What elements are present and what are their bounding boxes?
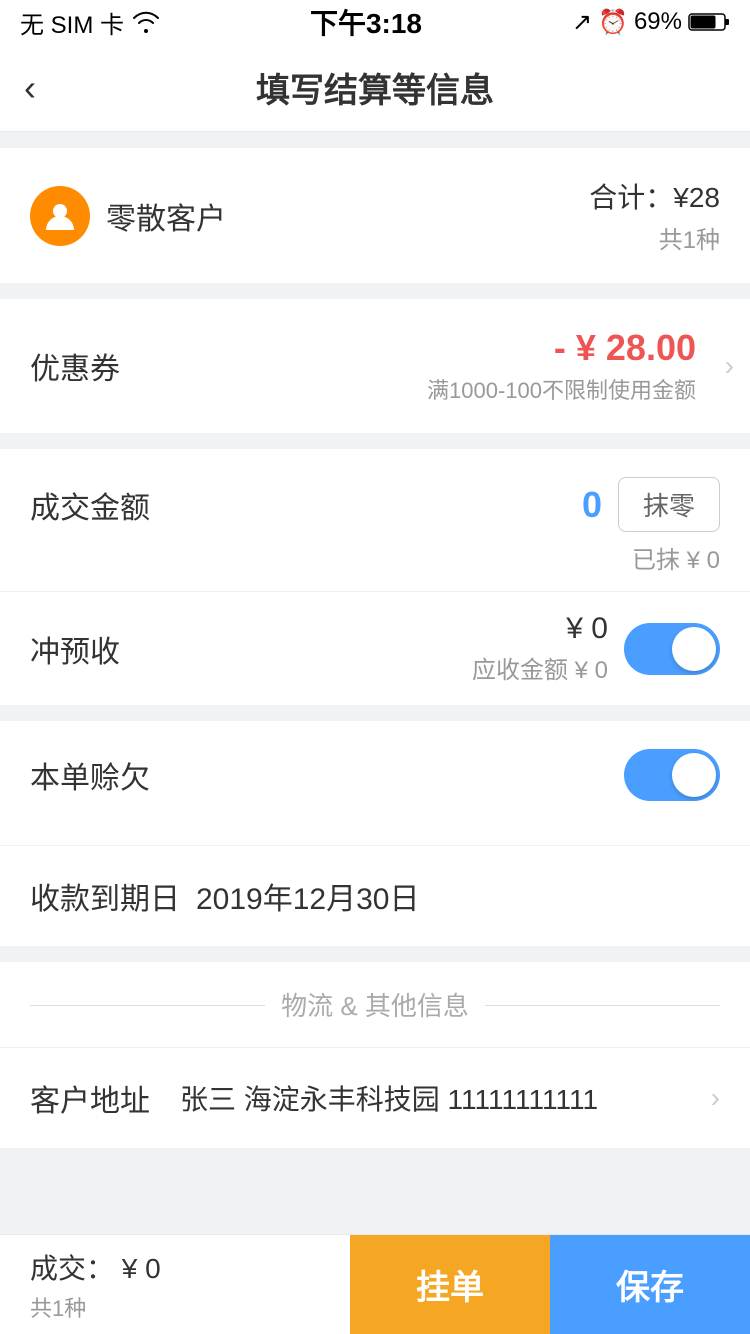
customer-total: 合计：¥28 (589, 176, 720, 216)
location-icon: ↗ (572, 8, 592, 37)
pre-amount-sub: 应收金额 ¥ 0 (472, 650, 608, 685)
save-button[interactable]: 保存 (550, 1235, 750, 1334)
pre-receipt-label: 冲预收 (30, 627, 120, 671)
credit-row: 本单赊欠 (0, 721, 750, 829)
coupon-description: 满1000-100不限制使用金额 (427, 373, 696, 405)
round-off-button[interactable]: 抹零 (618, 477, 720, 532)
alarm-icon: ⏰ (598, 8, 628, 37)
customer-row: 零散客户 合计：¥28 共1种 (0, 148, 750, 283)
due-date-row: 收款到期日 2019年12月30日 (0, 845, 750, 946)
coupon-section: 优惠券 - ¥ 28.00 满1000-100不限制使用金额 › (0, 299, 750, 433)
deal-section: 成交金额 0 抹零 已抹 ¥ 0 冲预收 ¥ 0 应收金额 ¥ 0 (0, 449, 750, 705)
person-icon (42, 198, 78, 234)
credit-toggle-knob (672, 753, 716, 797)
pre-receipt-right: ¥ 0 应收金额 ¥ 0 (472, 612, 720, 685)
coupon-chevron-icon: › (725, 350, 734, 382)
address-row[interactable]: 客户地址 张三 海淀永丰科技园 11111111111 › (0, 1047, 750, 1148)
coupon-label: 优惠券 (30, 344, 120, 388)
wifi-icon (132, 11, 160, 33)
back-button[interactable]: ‹ (24, 67, 36, 109)
toggle-knob (672, 627, 716, 671)
deal-amount-sub: 已抹 ¥ 0 (30, 540, 720, 575)
bottom-item-count: 共1种 (30, 1291, 320, 1323)
logistics-section: 物流 & 其他信息 客户地址 张三 海淀永丰科技园 11111111111 › (0, 962, 750, 1148)
status-bar: 无 SIM 卡 下午3:18 ↗ ⏰ 69% (0, 0, 750, 44)
coupon-amount: - ¥ 28.00 (427, 327, 696, 369)
logistics-title: 物流 & 其他信息 (265, 986, 485, 1023)
logistics-header: 物流 & 其他信息 (0, 962, 750, 1047)
pre-receipt-row: 冲预收 ¥ 0 应收金额 ¥ 0 (0, 591, 750, 705)
deal-amount-right: 0 抹零 (582, 477, 720, 532)
battery-text: 69% (634, 8, 682, 36)
address-chevron-icon: › (711, 1082, 720, 1114)
nav-bar: ‹ 填写结算等信息 (0, 44, 750, 132)
customer-right: 合计：¥28 共1种 (589, 176, 720, 255)
customer-left: 零散客户 (30, 186, 226, 246)
address-label: 客户地址 (30, 1076, 150, 1120)
main-content: 零散客户 合计：¥28 共1种 优惠券 - ¥ 28.00 满1000-100不… (0, 148, 750, 1284)
status-left: 无 SIM 卡 (20, 5, 160, 40)
customer-count: 共1种 (589, 220, 720, 255)
customer-name: 零散客户 (106, 194, 226, 238)
status-time: 下午3:18 (310, 2, 422, 42)
bottom-summary: 成交： ¥ 0 共1种 (0, 1247, 350, 1323)
page-title: 填写结算等信息 (256, 63, 494, 112)
coupon-row[interactable]: 优惠券 - ¥ 28.00 满1000-100不限制使用金额 › (0, 299, 750, 433)
pre-amount-value: ¥ 0 (472, 612, 608, 646)
status-right: ↗ ⏰ 69% (572, 8, 730, 37)
credit-label: 本单赊欠 (30, 753, 150, 797)
due-date-label: 收款到期日 (30, 874, 180, 918)
due-date-value[interactable]: 2019年12月30日 (196, 874, 419, 918)
pre-amounts: ¥ 0 应收金额 ¥ 0 (472, 612, 608, 685)
credit-toggle[interactable] (624, 749, 720, 801)
battery-icon (688, 11, 730, 33)
pre-receipt-toggle[interactable] (624, 623, 720, 675)
deal-amount-value[interactable]: 0 (582, 484, 602, 526)
address-value: 张三 海淀永丰科技园 11111111111 (180, 1078, 711, 1118)
credit-section: 本单赊欠 收款到期日 2019年12月30日 (0, 721, 750, 946)
hang-order-button[interactable]: 挂单 (350, 1235, 550, 1334)
customer-avatar (30, 186, 90, 246)
bottom-bar: 成交： ¥ 0 共1种 挂单 保存 (0, 1234, 750, 1334)
customer-section: 零散客户 合计：¥28 共1种 (0, 148, 750, 283)
bottom-deal-summary: 成交： ¥ 0 (30, 1247, 320, 1287)
coupon-right: - ¥ 28.00 满1000-100不限制使用金额 (427, 327, 696, 405)
deal-amount-label: 成交金额 (30, 483, 150, 527)
deal-amount-row: 成交金额 0 抹零 已抹 ¥ 0 (0, 449, 750, 591)
no-sim-text: 无 SIM 卡 (20, 5, 124, 40)
